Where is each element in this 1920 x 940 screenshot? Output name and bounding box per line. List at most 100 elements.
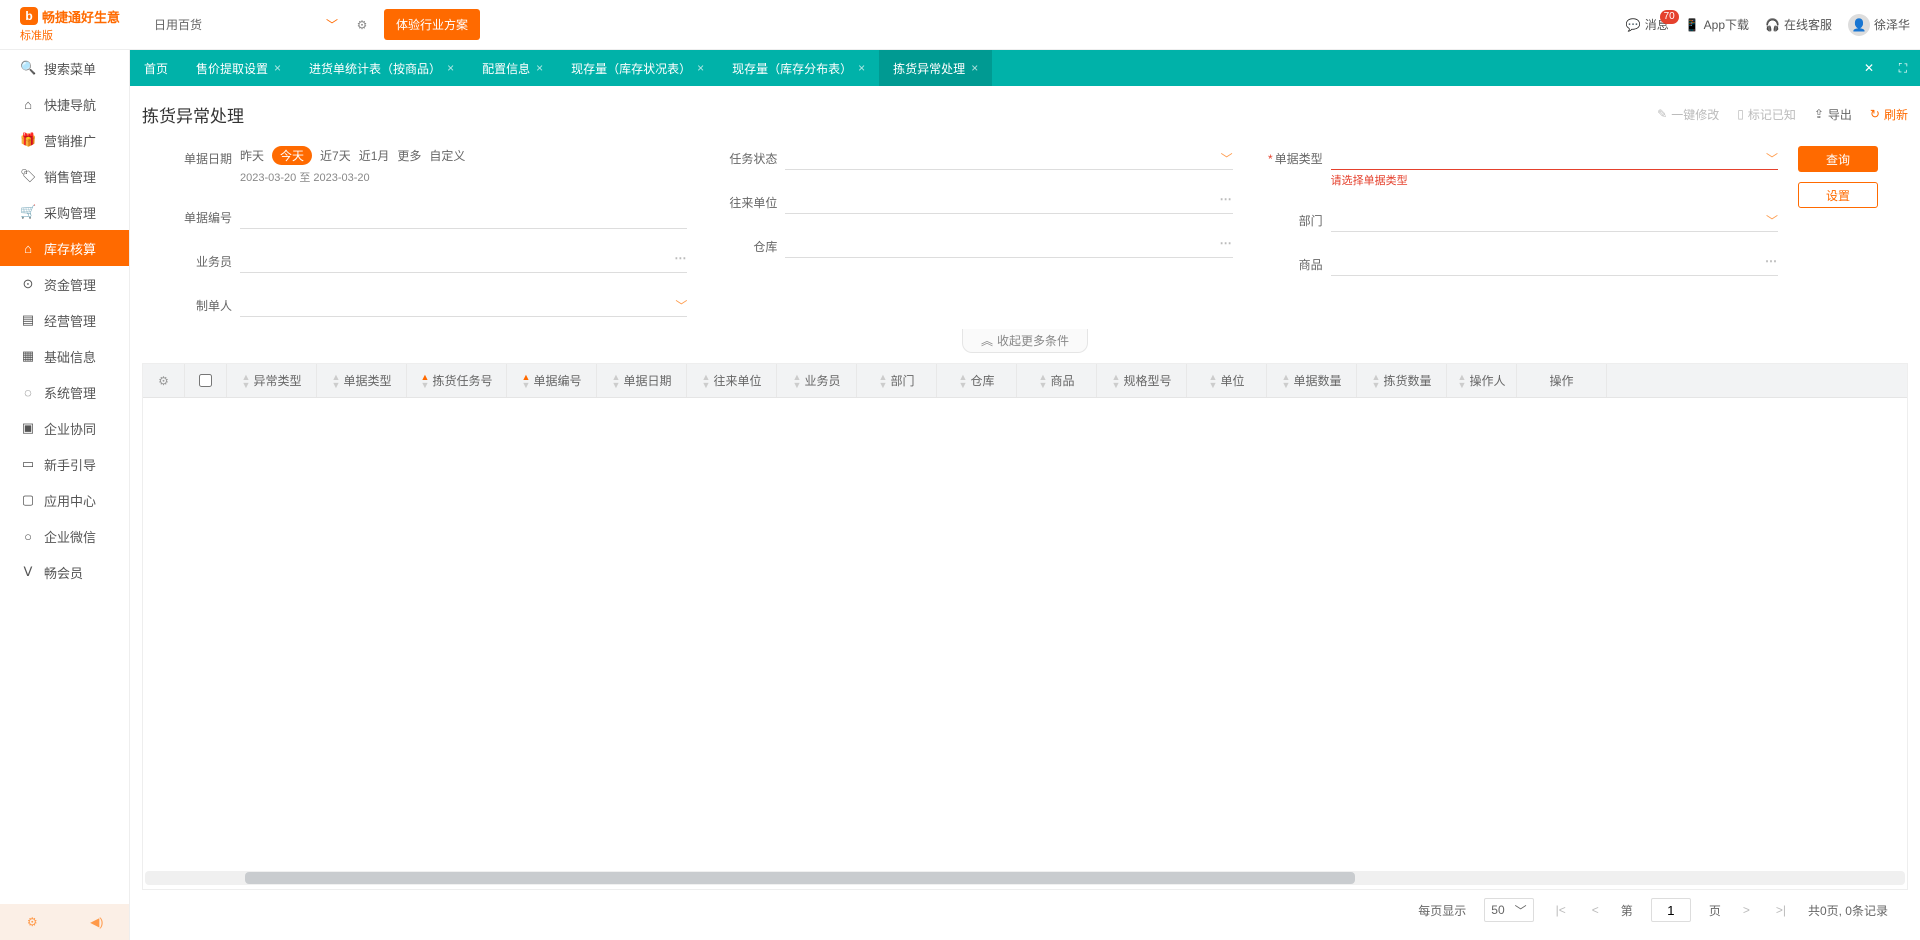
sidebar-item[interactable]: 🎁营销推广 — [0, 122, 129, 158]
query-button[interactable]: 查询 — [1798, 146, 1878, 172]
column-header[interactable]: 操作 — [1517, 364, 1607, 397]
sort-icon[interactable]: ▲▼ — [1209, 373, 1218, 389]
trial-plan-button[interactable]: 体验行业方案 — [384, 9, 480, 40]
tab[interactable]: 拣货异常处理× — [879, 50, 992, 86]
sort-icon[interactable]: ▲▼ — [1112, 373, 1121, 389]
sort-icon[interactable]: ▲▼ — [1282, 373, 1291, 389]
tab[interactable]: 首页 — [130, 50, 182, 86]
sidebar-item[interactable]: ⊙资金管理 — [0, 266, 129, 302]
sidebar-item[interactable]: 🛒采购管理 — [0, 194, 129, 230]
batch-edit-button[interactable]: ✎一键修改 — [1657, 106, 1719, 123]
gear-icon[interactable]: ⚙ — [158, 374, 169, 388]
tab-fullscreen-icon[interactable]: ⛶ — [1886, 50, 1920, 86]
sidebar-item[interactable]: ▤经营管理 — [0, 302, 129, 338]
mark-read-button[interactable]: ▯标记已知 — [1737, 106, 1796, 123]
sort-icon[interactable]: ▲▼ — [793, 373, 802, 389]
date-option[interactable]: 今天 — [272, 146, 312, 165]
date-option[interactable]: 近1月 — [359, 147, 390, 164]
sidebar-item[interactable]: Ⅴ畅会员 — [0, 554, 129, 590]
column-header[interactable]: ▲▼异常类型 — [227, 364, 317, 397]
sort-icon[interactable]: ▲▼ — [522, 373, 531, 389]
date-option[interactable]: 昨天 — [240, 147, 264, 164]
tab[interactable]: 现存量（库存状况表）× — [557, 50, 718, 86]
sort-icon[interactable]: ▲▼ — [1372, 373, 1381, 389]
column-header[interactable]: ▲▼仓库 — [937, 364, 1017, 397]
partner-input[interactable] — [785, 190, 1232, 214]
date-option[interactable]: 近7天 — [320, 147, 351, 164]
last-page-button[interactable]: >| — [1772, 903, 1790, 917]
column-header[interactable]: ⚙ — [143, 364, 185, 397]
sort-icon[interactable]: ▲▼ — [879, 373, 888, 389]
user-menu[interactable]: 👤 徐泽华 — [1848, 14, 1910, 36]
more-icon[interactable]: ⋯ — [674, 251, 687, 265]
sort-icon[interactable]: ▲▼ — [1458, 373, 1467, 389]
per-page-select[interactable]: 50 ﹀ — [1484, 898, 1533, 922]
sidebar-item[interactable]: 🏷销售管理 — [0, 158, 129, 194]
sidebar-item[interactable]: 🔍搜索菜单 — [0, 50, 129, 86]
close-icon[interactable]: × — [858, 61, 865, 75]
close-icon[interactable]: × — [971, 61, 978, 75]
column-header[interactable]: ▲▼单位 — [1187, 364, 1267, 397]
column-header[interactable]: ▲▼单据类型 — [317, 364, 407, 397]
settings-button[interactable]: 设置 — [1798, 182, 1878, 208]
column-header[interactable] — [185, 364, 227, 397]
store-selector[interactable]: 日用百货 ﹀ — [146, 10, 346, 40]
close-icon[interactable]: × — [274, 61, 281, 75]
sort-icon[interactable]: ▲▼ — [1039, 373, 1048, 389]
sidebar-item[interactable]: ⌂快捷导航 — [0, 86, 129, 122]
date-option[interactable]: 更多 — [397, 147, 421, 164]
sidebar-item[interactable]: ▢应用中心 — [0, 482, 129, 518]
tab[interactable]: 进货单统计表（按商品）× — [295, 50, 468, 86]
horizontal-scrollbar[interactable] — [145, 871, 1905, 885]
sidebar-item[interactable]: ▭新手引导 — [0, 446, 129, 482]
close-icon[interactable]: × — [536, 61, 543, 75]
more-icon[interactable]: ⋯ — [1220, 192, 1233, 206]
online-service-link[interactable]: 🎧 在线客服 — [1765, 16, 1832, 33]
sidebar-item[interactable]: ⌂库存核算 — [0, 230, 129, 266]
more-icon[interactable]: ⋯ — [1765, 254, 1778, 268]
close-icon[interactable]: × — [697, 61, 704, 75]
app-download-link[interactable]: 📱 App下载 — [1685, 16, 1749, 33]
collapse-filters-button[interactable]: ︽ 收起更多条件 — [962, 329, 1088, 353]
sidebar-item[interactable]: ○企业微信 — [0, 518, 129, 554]
next-page-button[interactable]: > — [1739, 903, 1754, 917]
export-button[interactable]: ⇪导出 — [1814, 106, 1852, 123]
sidebar-item[interactable]: ▦基础信息 — [0, 338, 129, 374]
page-input[interactable] — [1651, 898, 1691, 922]
column-header[interactable]: ▲▼拣货数量 — [1357, 364, 1447, 397]
sort-icon[interactable]: ▲▼ — [242, 373, 251, 389]
sort-icon[interactable]: ▲▼ — [612, 373, 621, 389]
dept-select[interactable] — [1331, 208, 1778, 232]
prev-page-button[interactable]: < — [1588, 903, 1603, 917]
docno-input[interactable] — [240, 205, 687, 229]
close-icon[interactable]: × — [447, 61, 454, 75]
tab[interactable]: 售价提取设置× — [182, 50, 295, 86]
date-option[interactable]: 自定义 — [429, 147, 465, 164]
sort-icon[interactable]: ▲▼ — [332, 373, 341, 389]
tab[interactable]: 现存量（库存分布表）× — [718, 50, 879, 86]
column-header[interactable]: ▲▼商品 — [1017, 364, 1097, 397]
sort-icon[interactable]: ▲▼ — [421, 373, 430, 389]
column-header[interactable]: ▲▼部门 — [857, 364, 937, 397]
column-header[interactable]: ▲▼拣货任务号 — [407, 364, 507, 397]
more-icon[interactable]: ⋯ — [1220, 236, 1233, 250]
column-header[interactable]: ▲▼规格型号 — [1097, 364, 1187, 397]
column-header[interactable]: ▲▼操作人 — [1447, 364, 1517, 397]
goods-input[interactable] — [1331, 252, 1778, 276]
header-settings-icon[interactable]: ⚙ — [350, 10, 374, 40]
sidebar-item[interactable]: ◌系统管理 — [0, 374, 129, 410]
column-header[interactable]: ▲▼业务员 — [777, 364, 857, 397]
footer-gear-icon[interactable]: ⚙ — [17, 907, 47, 937]
scrollbar-thumb[interactable] — [245, 872, 1355, 884]
refresh-button[interactable]: ↻刷新 — [1870, 106, 1908, 123]
column-header[interactable]: ▲▼单据日期 — [597, 364, 687, 397]
footer-collapse-icon[interactable]: ◀) — [82, 907, 112, 937]
sort-icon[interactable]: ▲▼ — [959, 373, 968, 389]
column-header[interactable]: ▲▼单据数量 — [1267, 364, 1357, 397]
biz-input[interactable] — [240, 249, 687, 273]
taskstatus-select[interactable] — [785, 146, 1232, 170]
messages-link[interactable]: 💬 消息 70 — [1626, 16, 1669, 33]
warehouse-input[interactable] — [785, 234, 1232, 258]
doctype-select[interactable] — [1331, 146, 1778, 170]
column-header[interactable]: ▲▼单据编号 — [507, 364, 597, 397]
